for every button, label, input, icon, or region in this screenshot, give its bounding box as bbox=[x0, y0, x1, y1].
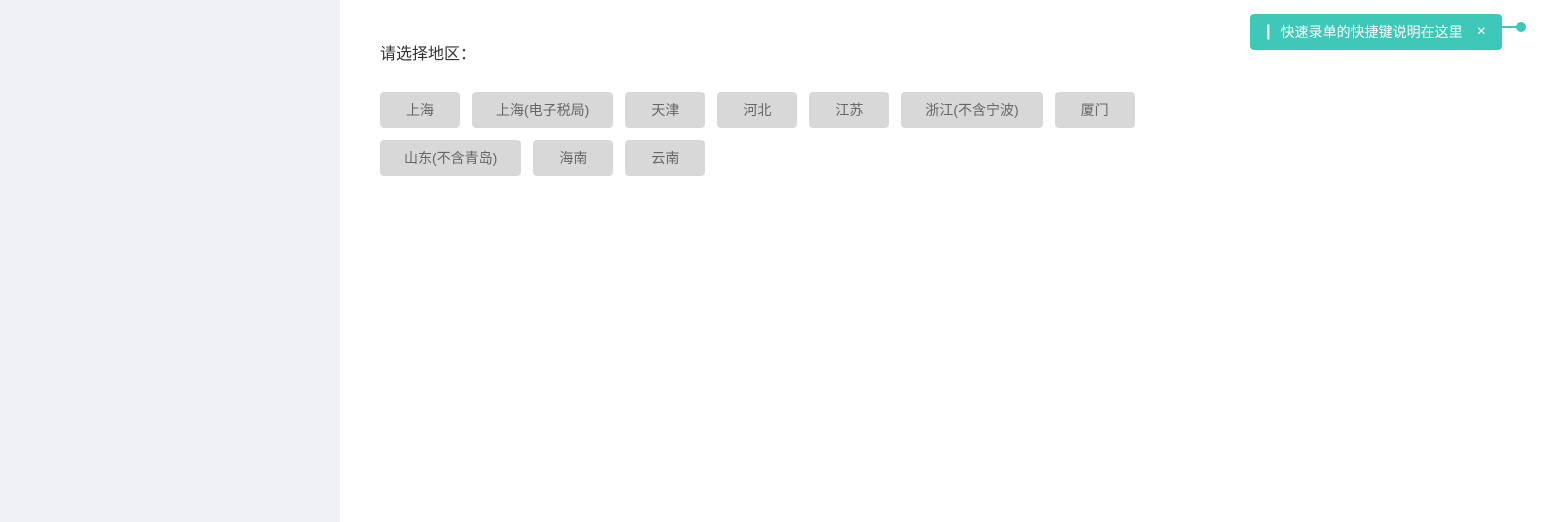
region-btn-xiamen[interactable]: 厦门 bbox=[1055, 92, 1135, 128]
region-btn-jiangsu[interactable]: 江苏 bbox=[809, 92, 889, 128]
tooltip-text: 快速录单的快捷键说明在这里 bbox=[1281, 22, 1463, 42]
sidebar bbox=[0, 0, 340, 522]
region-btn-hainan[interactable]: 海南 bbox=[533, 140, 613, 176]
page-wrapper: 快速录单的快捷键说明在这里 × 请选择地区： 上海 上海(电子税局) 天津 河北… bbox=[0, 0, 1562, 522]
tooltip-line bbox=[1499, 26, 1517, 28]
region-buttons-row2: 山东(不含青岛) 海南 云南 bbox=[380, 140, 1522, 176]
main-content: 快速录单的快捷键说明在这里 × 请选择地区： 上海 上海(电子税局) 天津 河北… bbox=[340, 0, 1562, 522]
tooltip-dot bbox=[1516, 22, 1526, 32]
region-btn-tianjin[interactable]: 天津 bbox=[625, 92, 705, 128]
region-btn-shandong[interactable]: 山东(不含青岛) bbox=[380, 140, 521, 176]
region-btn-shanghai-etax[interactable]: 上海(电子税局) bbox=[472, 92, 613, 128]
region-btn-yunnan[interactable]: 云南 bbox=[625, 140, 705, 176]
region-btn-shanghai[interactable]: 上海 bbox=[380, 92, 460, 128]
region-btn-zhejiang[interactable]: 浙江(不含宁波) bbox=[901, 92, 1042, 128]
tooltip-close-button[interactable]: × bbox=[1477, 23, 1486, 41]
region-btn-hebei[interactable]: 河北 bbox=[717, 92, 797, 128]
region-buttons-row1: 上海 上海(电子税局) 天津 河北 江苏 浙江(不含宁波) 厦门 bbox=[380, 92, 1522, 128]
tooltip-banner: 快速录单的快捷键说明在这里 × bbox=[1250, 14, 1502, 50]
